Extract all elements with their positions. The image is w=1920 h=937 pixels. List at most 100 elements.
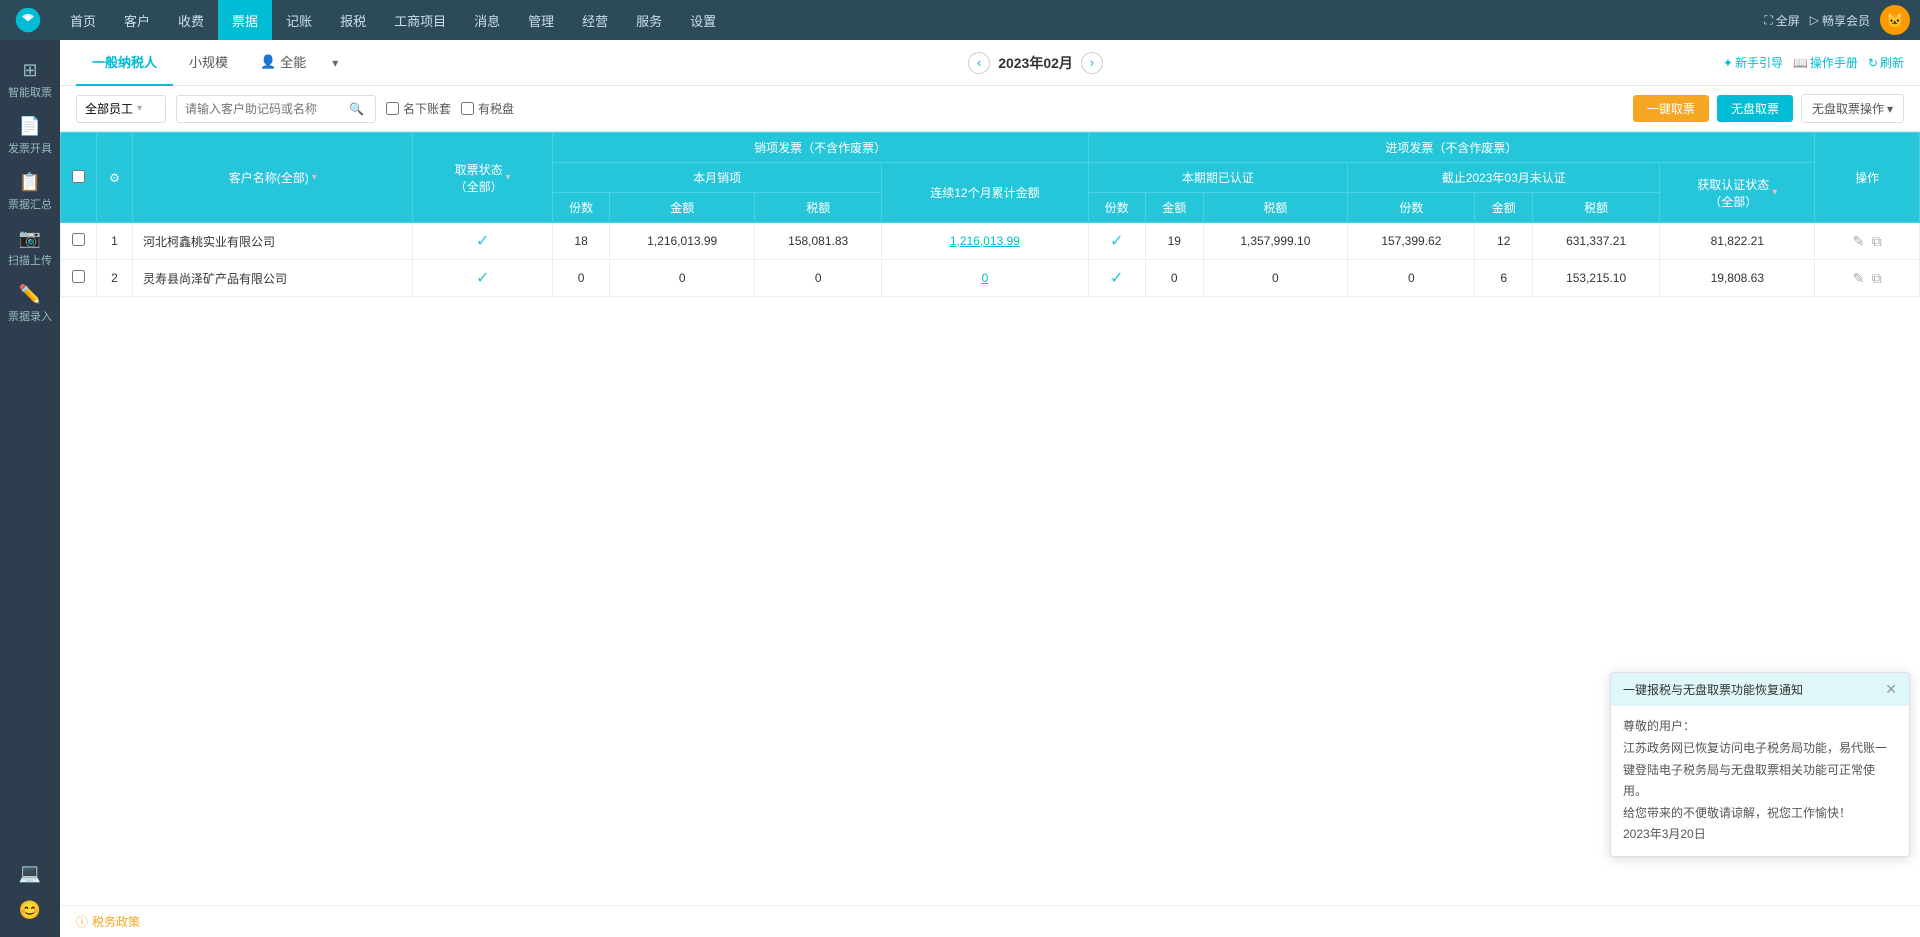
btn-no-disk-more[interactable]: 无盘取票操作 ▾ [1801,94,1904,123]
employee-label: 全部员工 [85,100,133,117]
search-input[interactable] [185,102,345,116]
th-status-purchase: 获取认证状态（全部） ▾ [1660,163,1815,223]
fullscreen-button[interactable]: ⛶ 全屏 [1764,12,1799,29]
entry-icon: ✏️ [19,284,41,305]
btn-refresh[interactable]: ↻ 刷新 [1868,54,1904,71]
tab-more-btn[interactable]: ▾ [322,40,348,86]
nav-message[interactable]: 消息 [460,0,514,40]
check-icon-p2: ✓ [1110,270,1123,287]
row2-until-amount: 153,215.10 [1532,260,1659,297]
avatar[interactable]: 🐱 [1880,5,1910,35]
row2-checkbox [61,260,97,297]
row2-copy-icon[interactable]: ⧉ [1872,270,1882,286]
nav-invoice[interactable]: 票据 [218,0,272,40]
row1-check[interactable] [72,233,85,246]
nav-fee[interactable]: 收费 [164,0,218,40]
period-next-btn[interactable]: › [1081,52,1103,74]
th-until-count: 份数 [1348,193,1475,223]
th-period-amount: 金额 [1146,193,1204,223]
tax-disk-checkbox[interactable] [461,102,474,115]
refresh-icon: ↻ [1868,56,1878,70]
tab-general[interactable]: 一般纳税人 [76,40,173,86]
select-all-checkbox[interactable] [72,170,85,183]
smart-take-icon: ⊞ [22,60,37,81]
row2-period-amount: 0 [1203,260,1348,297]
status-sales-filter-icon[interactable]: ▾ [506,172,511,183]
tax-policy-link[interactable]: ⓘ 税务政策 [76,913,140,930]
check-icon-p1: ✓ [1110,233,1123,250]
btn-no-disk-take[interactable]: 无盘取票 [1717,95,1793,122]
row2-until-count: 6 [1475,260,1533,297]
sidebar-item-scan[interactable]: 📷 扫描上传 [0,218,60,274]
account-checkbox[interactable] [386,102,399,115]
row1-status-sales: ✓ [413,223,552,260]
sidebar-item-profile[interactable]: 😊 [0,890,60,927]
settings-icon[interactable]: ⚙ [109,171,120,185]
tax-disk-checkbox-label[interactable]: 有税盘 [461,100,514,117]
nav-customer[interactable]: 客户 [110,0,164,40]
sidebar-item-entry[interactable]: ✏️ 票据录入 [0,274,60,330]
sidebar-item-label-4: 票据录入 [8,308,52,324]
search-icon[interactable]: 🔍 [349,102,364,116]
row1-edit-icon[interactable]: ✎ [1853,233,1865,249]
check-icon-1: ✓ [476,233,489,250]
sidebar-item-summary[interactable]: 📋 票据汇总 [0,162,60,218]
status-sales-label: 取票状态（全部） [455,161,503,195]
nav-accounting[interactable]: 记账 [272,0,326,40]
nav-business[interactable]: 工商项目 [380,0,460,40]
period-prev-btn[interactable]: ‹ [968,52,990,74]
row2-status-purchase: ✓ [1088,260,1146,297]
invoice-open-icon: 📄 [19,116,41,137]
notification-close-btn[interactable]: ✕ [1885,681,1897,698]
btn-one-click-take[interactable]: 一键取票 [1633,95,1709,122]
row2-check[interactable] [72,270,85,283]
row2-monthly-count: 0 [552,260,610,297]
th-checkbox [61,133,97,223]
fullscreen-icon: ⛶ [1764,13,1772,28]
notification-popup: 一键报税与无盘取票功能恢复通知 ✕ 尊敬的用户： 江苏政务网已恢复访问电子税务局… [1610,672,1910,857]
tab-small[interactable]: 小规模 [173,40,244,86]
row2-12months: 0 [882,260,1088,297]
sidebar-item-label-2: 票据汇总 [8,196,52,212]
tab-all[interactable]: 👤 全能 [244,40,322,86]
sidebar-item-smart-take[interactable]: ⊞ 智能取票 [0,50,60,106]
row2-until-tax: 19,808.63 [1660,260,1815,297]
account-checkbox-label[interactable]: 名下账套 [386,100,451,117]
nav-home[interactable]: 首页 [56,0,110,40]
tax-disk-label: 有税盘 [478,100,514,117]
sidebar-item-label-3: 扫描上传 [8,252,52,268]
row2-monthly-amount: 0 [610,260,755,297]
row2-edit-icon[interactable]: ✎ [1853,270,1865,286]
notif-line-1: 江苏政务网已恢复访问电子税务局功能，易代账一键登陆电子税务局与无盘取票相关功能可… [1623,738,1897,781]
logo[interactable] [10,2,46,38]
notification-header: 一键报税与无盘取票功能恢复通知 ✕ [1611,673,1909,706]
row1-period-count: 19 [1146,223,1204,260]
member-button[interactable]: ▷ 畅享会员 [1810,12,1870,29]
nav-settings[interactable]: 设置 [676,0,730,40]
row1-until-count: 12 [1475,223,1533,260]
toolbar-right: 一键取票 无盘取票 无盘取票操作 ▾ [1633,94,1904,123]
more-label: 无盘取票操作 [1812,100,1884,117]
months12-link-2[interactable]: 0 [982,271,989,285]
months12-link-1[interactable]: 1,216,013.99 [950,234,1020,248]
nav-service[interactable]: 服务 [622,0,676,40]
nav-items: 首页 客户 收费 票据 记账 报税 工商项目 消息 管理 经营 服务 设置 [56,0,1764,40]
nav-operation[interactable]: 经营 [568,0,622,40]
sidebar-item-computer[interactable]: 💻 [0,853,60,890]
row1-copy-icon[interactable]: ⧉ [1872,233,1882,249]
row1-checkbox [61,223,97,260]
status-purchase-filter-icon[interactable]: ▾ [1772,187,1777,198]
btn-manual[interactable]: 📖 操作手册 [1793,54,1858,71]
row1-monthly-count: 18 [552,223,610,260]
left-sidebar: ⊞ 智能取票 📄 发票开具 📋 票据汇总 📷 扫描上传 ✏️ 票据录入 💻 😊 [0,40,60,937]
employee-select[interactable]: 全部员工 ▾ [76,95,166,123]
status-purchase-label: 获取认证状态（全部） [1697,176,1769,210]
computer-icon: 💻 [19,863,41,884]
th-sales-group: 销项发票（不含作废票） [552,133,1088,163]
btn-guide[interactable]: ✦ 新手引导 [1723,54,1783,71]
customer-filter-icon[interactable]: ▾ [312,172,317,183]
sidebar-item-invoice-open[interactable]: 📄 发票开具 [0,106,60,162]
nav-manage[interactable]: 管理 [514,0,568,40]
nav-tax[interactable]: 报税 [326,0,380,40]
th-monthly-amount: 金额 [610,193,755,223]
